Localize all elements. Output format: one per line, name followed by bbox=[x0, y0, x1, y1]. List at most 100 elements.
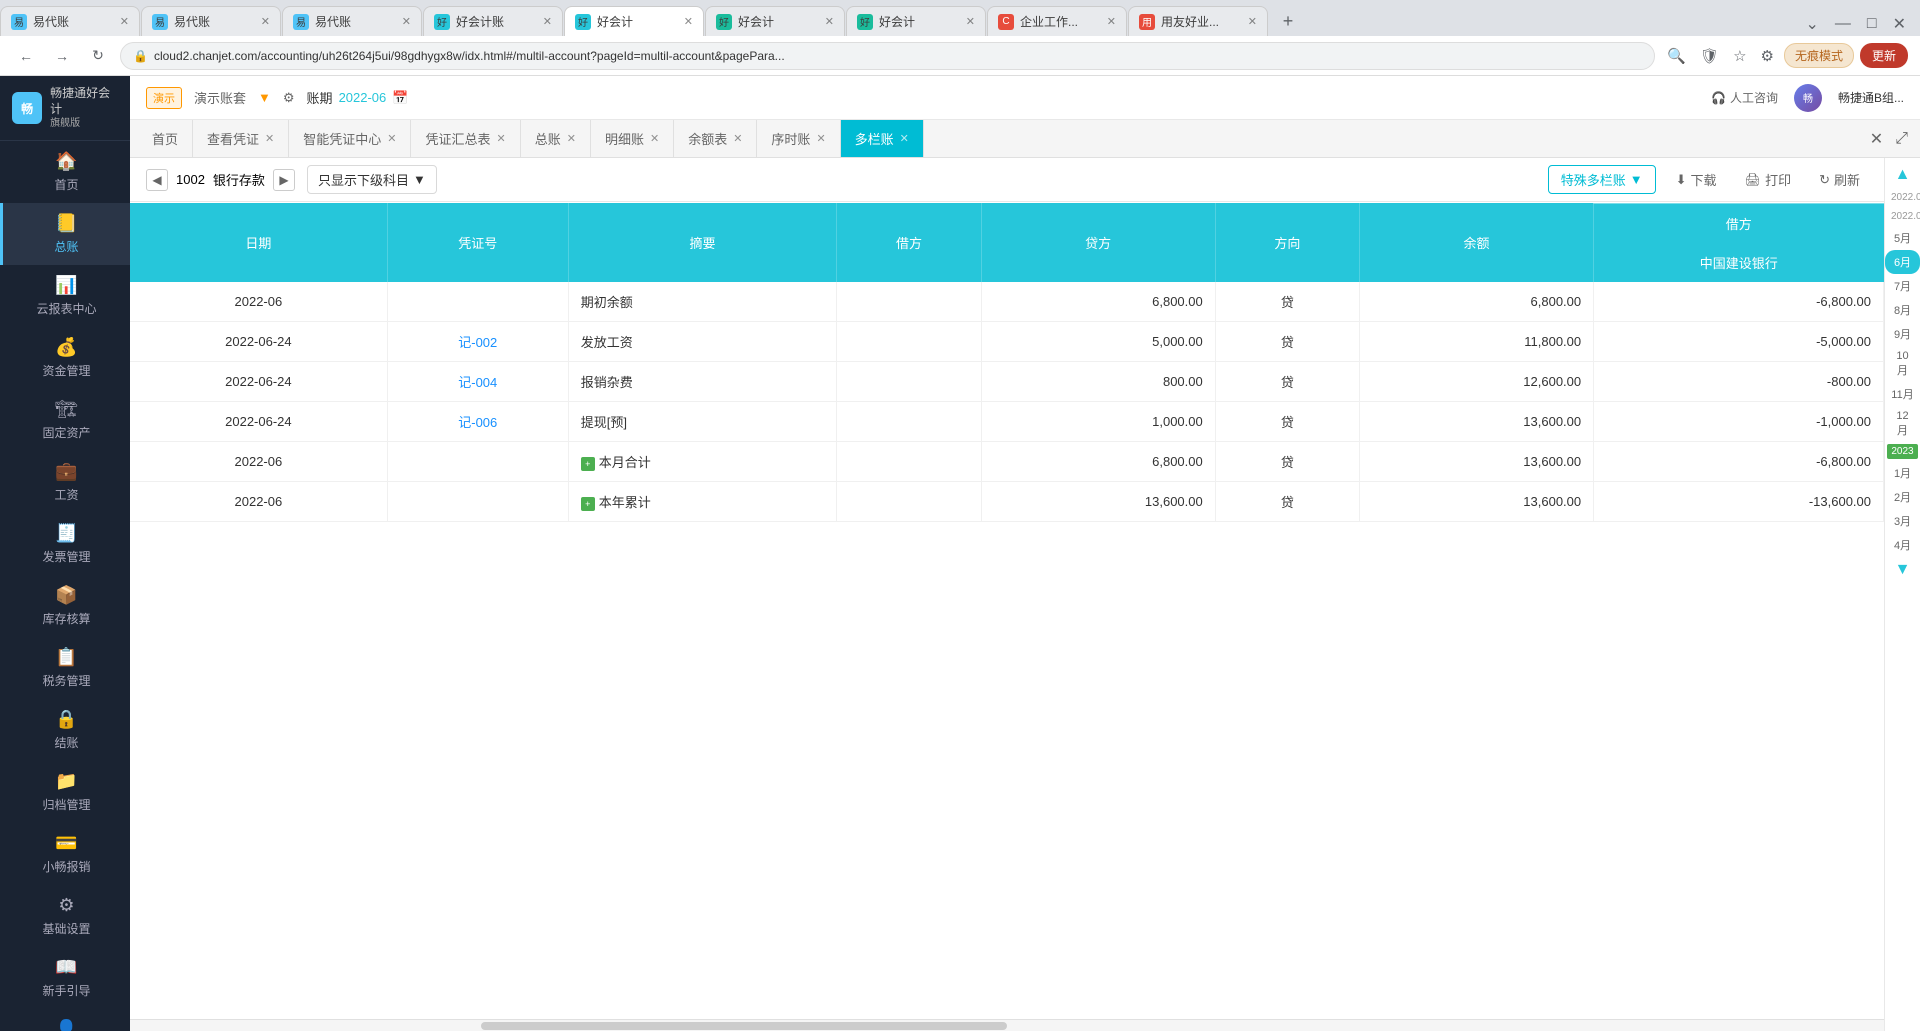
cell-voucher[interactable]: 记-006 bbox=[387, 402, 568, 442]
service-button[interactable]: 🎧 人工咨询 bbox=[1711, 89, 1778, 106]
tab-close-8[interactable]: ✕ bbox=[1107, 15, 1116, 28]
browser-close-icon[interactable]: ✕ bbox=[1887, 12, 1912, 36]
tabs-close-icon[interactable]: ✕ bbox=[1866, 125, 1887, 153]
tab-balance-close[interactable]: ✕ bbox=[733, 132, 742, 145]
scroll-down-button[interactable]: ▼ bbox=[1891, 557, 1915, 583]
sidebar-item-close[interactable]: 🔒 结账 bbox=[0, 699, 130, 761]
tab-summary-close[interactable]: ✕ bbox=[497, 132, 506, 145]
sidebar-item-archive[interactable]: 📁 归档管理 bbox=[0, 761, 130, 823]
browser-tab-3[interactable]: 易 易代账 ✕ bbox=[282, 6, 422, 36]
sidebar-item-assets[interactable]: 🏗 固定资产 bbox=[0, 389, 130, 451]
browser-tab-2[interactable]: 易 易代账 ✕ bbox=[141, 6, 281, 36]
print-button[interactable]: 🖨 打印 bbox=[1737, 166, 1800, 193]
download-button[interactable]: ⬇ 下载 bbox=[1668, 166, 1725, 193]
browser-tab-8[interactable]: C 企业工作... ✕ bbox=[987, 6, 1127, 36]
horizontal-scrollbar[interactable] bbox=[130, 1019, 1884, 1031]
right-panel-month-9[interactable]: 9月 bbox=[1885, 322, 1920, 346]
tab-general[interactable]: 总账 ✕ bbox=[521, 120, 591, 158]
sidebar-item-invoice[interactable]: 🧾 发票管理 bbox=[0, 513, 130, 575]
scrollbar-thumb[interactable] bbox=[481, 1022, 1007, 1030]
tab-voucher-close[interactable]: ✕ bbox=[265, 132, 274, 145]
tab-close-5[interactable]: ✕ bbox=[684, 15, 693, 28]
sidebar-label-ledger: 总账 bbox=[54, 238, 78, 255]
tab-sequence-close[interactable]: ✕ bbox=[816, 132, 825, 145]
tab-close-4[interactable]: ✕ bbox=[543, 15, 552, 28]
settings-toolbar-icon[interactable]: ⚙ bbox=[283, 90, 295, 106]
sidebar-item-tax[interactable]: 📋 税务管理 bbox=[0, 637, 130, 699]
right-panel-month-12[interactable]: 12月 bbox=[1885, 406, 1920, 442]
browser-tab-5[interactable]: 好 好会计 ✕ bbox=[564, 6, 704, 36]
tab-close-1[interactable]: ✕ bbox=[120, 15, 129, 28]
tab-smart-close[interactable]: ✕ bbox=[387, 132, 396, 145]
tab-close-2[interactable]: ✕ bbox=[261, 15, 270, 28]
filter-dropdown[interactable]: 只显示下级科目 ▼ bbox=[307, 165, 437, 194]
sidebar-item-settings[interactable]: ⚙ 基础设置 bbox=[0, 885, 130, 947]
account-prev-button[interactable]: ◀ bbox=[146, 169, 168, 191]
browser-tab-4[interactable]: 好 好会计账 ✕ bbox=[423, 6, 563, 36]
right-panel-month-10[interactable]: 10月 bbox=[1885, 346, 1920, 382]
multi-col-button[interactable]: 特殊多栏账 ▼ bbox=[1548, 165, 1656, 194]
tab-multi-label: 多栏账 bbox=[855, 129, 894, 148]
tab-close-3[interactable]: ✕ bbox=[402, 15, 411, 28]
tab-sequence[interactable]: 序时账 ✕ bbox=[757, 120, 840, 158]
right-panel-month-8[interactable]: 8月 bbox=[1885, 298, 1920, 322]
sidebar-item-member[interactable]: 👤 畅会员 bbox=[0, 1009, 130, 1031]
browser-tab-6[interactable]: 好 好会计 ✕ bbox=[705, 6, 845, 36]
refresh-button[interactable]: ↻ 刷新 bbox=[1811, 166, 1868, 193]
address-bar[interactable]: 🔒 cloud2.chanjet.com/accounting/uh26t264… bbox=[120, 42, 1655, 70]
sidebar-item-expense[interactable]: 💳 小畅报销 bbox=[0, 823, 130, 885]
right-panel-month-3[interactable]: 3月 bbox=[1885, 509, 1920, 533]
sidebar-item-home[interactable]: 🏠 首页 bbox=[0, 141, 130, 203]
wuhen-button[interactable]: 无痕模式 bbox=[1784, 43, 1854, 68]
sidebar-item-guide[interactable]: 📖 新手引导 bbox=[0, 947, 130, 1009]
tabs-expand-icon[interactable]: ⤢ bbox=[1891, 126, 1912, 152]
sidebar-item-reports[interactable]: 📊 云报表中心 bbox=[0, 265, 130, 327]
star-icon[interactable]: ☆ bbox=[1729, 43, 1750, 69]
tab-voucher[interactable]: 查看凭证 ✕ bbox=[193, 120, 289, 158]
tab-close-9[interactable]: ✕ bbox=[1248, 15, 1257, 28]
tab-smart[interactable]: 智能凭证中心 ✕ bbox=[289, 120, 411, 158]
browser-tab-1[interactable]: 易 易代账 ✕ bbox=[0, 6, 140, 36]
tab-menu-icon[interactable]: ⌄ bbox=[1800, 12, 1825, 36]
shield-icon[interactable]: 🛡 bbox=[1696, 43, 1723, 69]
right-panel-month-2[interactable]: 2月 bbox=[1885, 485, 1920, 509]
tab-close-7[interactable]: ✕ bbox=[966, 15, 975, 28]
browser-tab-7[interactable]: 好 好会计 ✕ bbox=[846, 6, 986, 36]
tab-summary[interactable]: 凭证汇总表 ✕ bbox=[411, 120, 520, 158]
right-panel-month-5[interactable]: 5月 bbox=[1885, 226, 1920, 250]
tab-general-close[interactable]: ✕ bbox=[567, 132, 576, 145]
back-button[interactable]: ← bbox=[12, 42, 40, 70]
sidebar-item-funds[interactable]: 💰 资金管理 bbox=[0, 327, 130, 389]
maximize-icon[interactable]: □ bbox=[1861, 13, 1883, 35]
demo-dropdown[interactable]: ▼ bbox=[258, 90, 271, 105]
scroll-up-button[interactable]: ▲ bbox=[1891, 162, 1915, 188]
right-panel-month-4[interactable]: 4月 bbox=[1885, 533, 1920, 557]
cell-voucher[interactable]: 记-004 bbox=[387, 362, 568, 402]
sidebar-item-ledger[interactable]: 📒 总账 bbox=[0, 203, 130, 265]
right-panel-month-7[interactable]: 7月 bbox=[1885, 274, 1920, 298]
account-next-button[interactable]: ▶ bbox=[273, 169, 295, 191]
tab-multi[interactable]: 多栏账 ✕ bbox=[841, 120, 924, 158]
tab-close-6[interactable]: ✕ bbox=[825, 15, 834, 28]
tab-home[interactable]: 首页 bbox=[138, 120, 193, 158]
tab-multi-close[interactable]: ✕ bbox=[900, 132, 909, 145]
sidebar-item-inventory[interactable]: 📦 库存核算 bbox=[0, 575, 130, 637]
calendar-icon[interactable]: 📅 bbox=[392, 90, 408, 106]
new-tab-button[interactable]: + bbox=[1273, 6, 1303, 36]
right-panel-month-6[interactable]: 6月 bbox=[1885, 250, 1920, 274]
update-button[interactable]: 更新 bbox=[1860, 43, 1908, 68]
right-panel-month-11[interactable]: 11月 bbox=[1885, 382, 1920, 406]
refresh-button[interactable]: ↻ bbox=[84, 42, 112, 70]
right-panel-year-2023[interactable]: 2023 bbox=[1887, 444, 1917, 459]
forward-button[interactable]: → bbox=[48, 42, 76, 70]
browser-tab-9[interactable]: 用 用友好业... ✕ bbox=[1128, 6, 1268, 36]
cell-voucher[interactable]: 记-002 bbox=[387, 322, 568, 362]
minimize-icon[interactable]: — bbox=[1829, 13, 1857, 35]
sidebar-item-salary[interactable]: 💼 工资 bbox=[0, 451, 130, 513]
search-icon[interactable]: 🔍 bbox=[1663, 43, 1690, 69]
tab-detail[interactable]: 明细账 ✕ bbox=[591, 120, 674, 158]
extension-icon[interactable]: ⚙ bbox=[1757, 43, 1778, 69]
right-panel-month-1[interactable]: 1月 bbox=[1885, 461, 1920, 485]
tab-detail-close[interactable]: ✕ bbox=[650, 132, 659, 145]
tab-balance[interactable]: 余额表 ✕ bbox=[674, 120, 757, 158]
